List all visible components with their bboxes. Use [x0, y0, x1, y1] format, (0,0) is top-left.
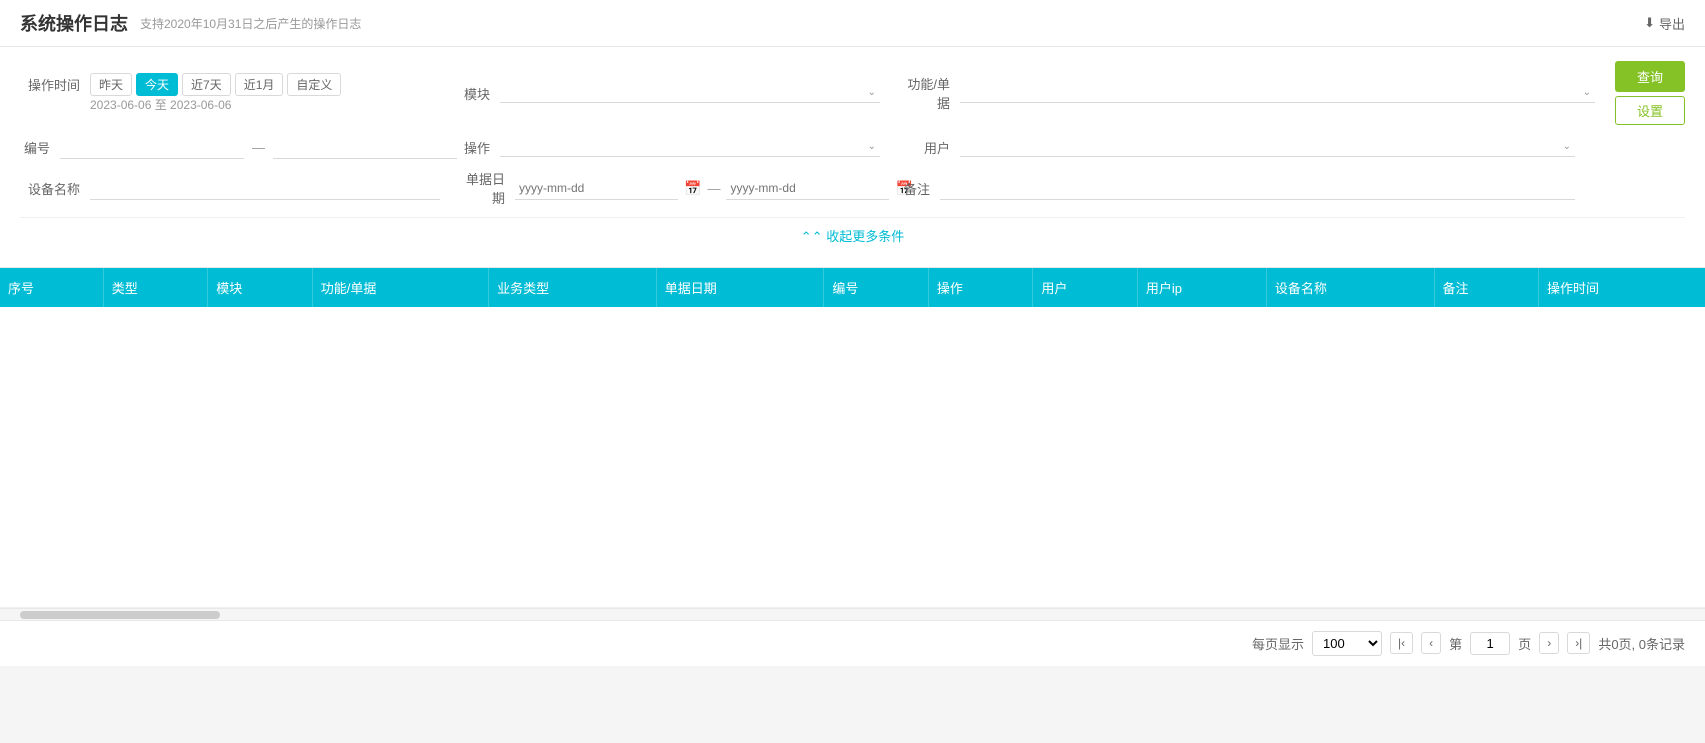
- module-col: 模块 ⌄: [460, 83, 880, 103]
- page-label: 第: [1449, 634, 1462, 653]
- page-input[interactable]: [1470, 632, 1510, 655]
- time-btn-1month[interactable]: 近1月: [235, 73, 284, 96]
- number-range: —: [60, 135, 457, 159]
- time-btns: 昨天 今天 近7天 近1月 自定义: [90, 73, 341, 96]
- date-dash: —: [707, 181, 720, 196]
- filter-area: 操作时间 昨天 今天 近7天 近1月 自定义 2023-06-06 至 2023…: [0, 47, 1705, 268]
- export-button[interactable]: ⬇ 导出: [1644, 14, 1685, 33]
- last-page-button[interactable]: ›|: [1567, 632, 1590, 654]
- module-label: 模块: [460, 84, 500, 103]
- table-container: 序号 类型 模块 功能/单据 业务类型 单据日期 编号 操作 用户 用户ip 设…: [0, 268, 1705, 608]
- device-col: 设备名称: [20, 176, 440, 200]
- collapse-icon: ⌃⌃: [801, 229, 823, 244]
- module-dropdown[interactable]: ⌄: [500, 83, 880, 103]
- remark-label: 备注: [900, 179, 940, 198]
- col-number: 编号: [824, 268, 928, 307]
- func-label: 功能/单据: [900, 74, 960, 112]
- per-page-select[interactable]: 100 10 20 50 200: [1312, 631, 1382, 656]
- empty-row: [0, 307, 1705, 607]
- date-col: 单据日期 📅 — 📅: [460, 169, 880, 207]
- calendar-from-icon[interactable]: 📅: [684, 180, 701, 197]
- remark-col: 备注: [900, 176, 1575, 200]
- export-label: 导出: [1659, 14, 1685, 33]
- col-seq: 序号: [0, 268, 103, 307]
- col-remark: 备注: [1434, 268, 1538, 307]
- table-header: 序号 类型 模块 功能/单据 业务类型 单据日期 编号 操作 用户 用户ip 设…: [0, 268, 1705, 307]
- next-page-button[interactable]: ›: [1539, 632, 1559, 654]
- first-page-button[interactable]: |‹: [1390, 632, 1413, 654]
- query-button[interactable]: 查询: [1615, 61, 1685, 92]
- user-dropdown[interactable]: ⌄: [960, 137, 1575, 157]
- time-label: 操作时间: [20, 75, 90, 94]
- page-unit: 页: [1518, 634, 1531, 653]
- number-col: 编号 —: [20, 135, 440, 159]
- col-op: 操作: [928, 268, 1032, 307]
- date-range: 📅 — 📅: [515, 177, 913, 200]
- header-left: 系统操作日志 支持2020年10月31日之后产生的操作日志: [20, 10, 361, 36]
- module-dropdown-arrow: ⌄: [868, 87, 876, 98]
- number-dash: —: [252, 140, 265, 155]
- time-btn-today[interactable]: 今天: [136, 73, 178, 96]
- collapse-button[interactable]: ⌃⌃ 收起更多条件: [801, 226, 904, 245]
- user-dropdown-arrow: ⌄: [1563, 141, 1571, 152]
- table-body: [0, 307, 1705, 607]
- func-dropdown-arrow: ⌄: [1583, 87, 1591, 98]
- col-op-time: 操作时间: [1539, 268, 1705, 307]
- data-table: 序号 类型 模块 功能/单据 业务类型 单据日期 编号 操作 用户 用户ip 设…: [0, 268, 1705, 608]
- date-to-input[interactable]: [726, 177, 889, 200]
- number-to-input[interactable]: [273, 135, 457, 159]
- filter-row-1: 操作时间 昨天 今天 近7天 近1月 自定义 2023-06-06 至 2023…: [20, 61, 1685, 125]
- col-device: 设备名称: [1266, 268, 1434, 307]
- col-user: 用户: [1033, 268, 1137, 307]
- settings-button[interactable]: 设置: [1615, 96, 1685, 125]
- device-label: 设备名称: [20, 179, 90, 198]
- op-dropdown[interactable]: ⌄: [500, 137, 880, 157]
- col-type: 类型: [103, 268, 207, 307]
- time-filter-col: 操作时间 昨天 今天 近7天 近1月 自定义 2023-06-06 至 2023…: [20, 73, 440, 113]
- per-page-label: 每页显示: [1252, 634, 1304, 653]
- col-doc-date: 单据日期: [656, 268, 824, 307]
- user-label: 用户: [900, 138, 960, 157]
- col-module: 模块: [208, 268, 312, 307]
- filter-row-2: 编号 — 操作 ⌄ 用户 ⌄: [20, 135, 1685, 159]
- func-col: 功能/单据 ⌄: [900, 74, 1595, 112]
- op-dropdown-arrow: ⌄: [868, 141, 876, 152]
- date-from-input[interactable]: [515, 177, 678, 200]
- filter-row-3: 设备名称 单据日期 📅 — 📅 备注: [20, 169, 1685, 207]
- scrollbar-thumb[interactable]: [20, 611, 220, 619]
- remark-input[interactable]: [940, 176, 1575, 200]
- action-btns: 查询 设置: [1615, 61, 1685, 125]
- op-label: 操作: [460, 138, 500, 157]
- user-col: 用户 ⌄: [900, 137, 1575, 157]
- collapse-label: 收起更多条件: [826, 229, 904, 244]
- collapse-row: ⌃⌃ 收起更多条件: [20, 217, 1685, 253]
- col-func: 功能/单据: [312, 268, 488, 307]
- number-from-input[interactable]: [60, 135, 244, 159]
- time-range: 2023-06-06 至 2023-06-06: [90, 98, 231, 112]
- device-input[interactable]: [90, 176, 440, 200]
- time-btn-yesterday[interactable]: 昨天: [90, 73, 132, 96]
- export-icon: ⬇: [1644, 15, 1655, 31]
- time-btn-7days[interactable]: 近7天: [182, 73, 231, 96]
- pagination-bar: 每页显示 100 10 20 50 200 |‹ ‹ 第 页 › ›| 共0页,…: [0, 620, 1705, 666]
- header-row: 序号 类型 模块 功能/单据 业务类型 单据日期 编号 操作 用户 用户ip 设…: [0, 268, 1705, 307]
- scrollbar-area[interactable]: [0, 608, 1705, 620]
- page-header: 系统操作日志 支持2020年10月31日之后产生的操作日志 ⬇ 导出: [0, 0, 1705, 47]
- total-label: 共0页, 0条记录: [1598, 634, 1685, 653]
- prev-page-button[interactable]: ‹: [1421, 632, 1441, 654]
- number-label: 编号: [20, 138, 60, 157]
- op-col: 操作 ⌄: [460, 137, 880, 157]
- empty-area: [0, 307, 1705, 607]
- time-btn-custom[interactable]: 自定义: [287, 73, 341, 96]
- col-user-ip: 用户ip: [1137, 268, 1266, 307]
- func-dropdown[interactable]: ⌄: [960, 83, 1595, 103]
- col-biz-type: 业务类型: [489, 268, 657, 307]
- page-subtitle: 支持2020年10月31日之后产生的操作日志: [140, 15, 361, 32]
- page-title: 系统操作日志: [20, 10, 128, 36]
- date-label: 单据日期: [460, 169, 515, 207]
